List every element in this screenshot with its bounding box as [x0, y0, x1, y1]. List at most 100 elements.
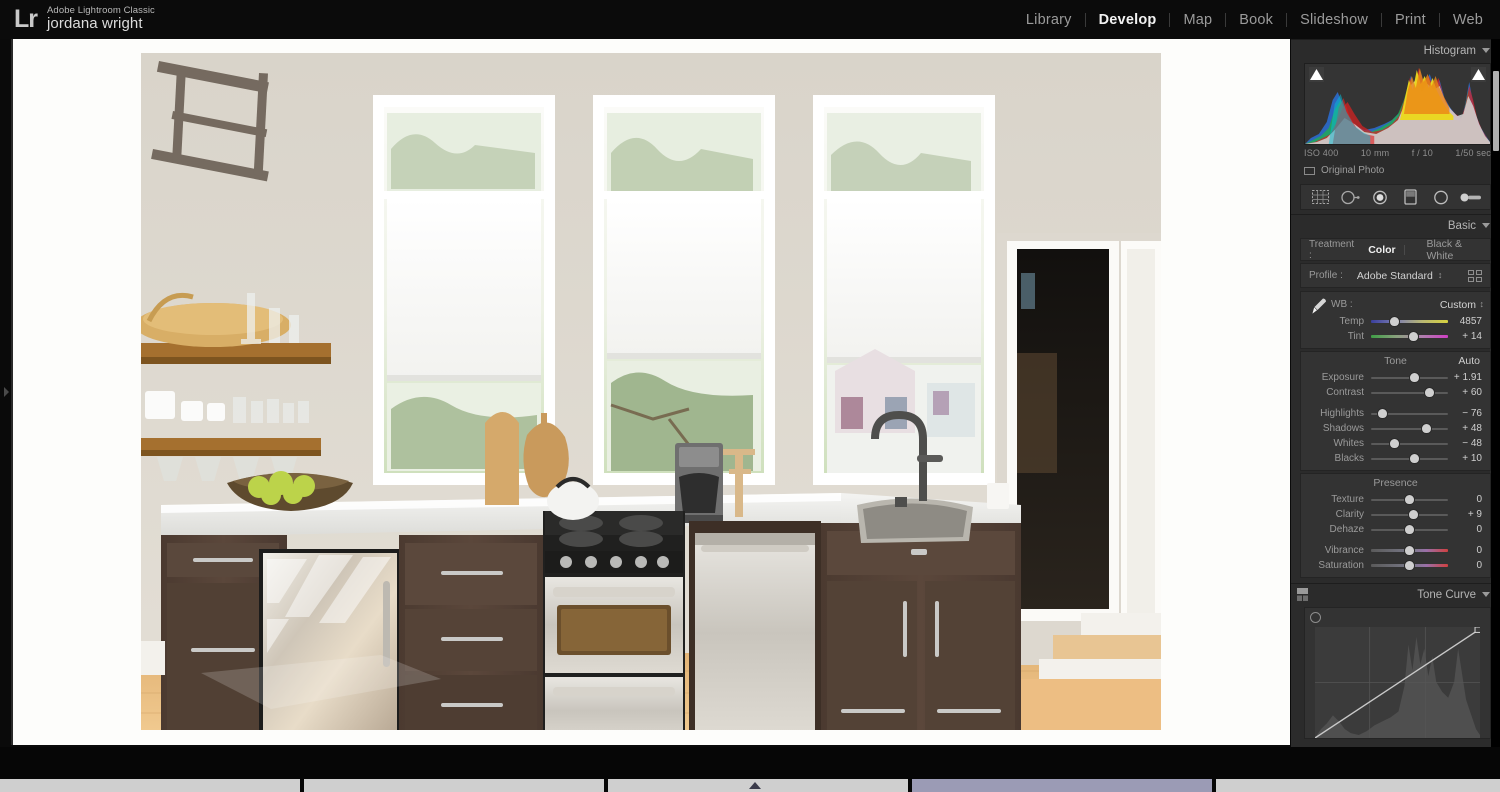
identity-plate[interactable]: Adobe Lightroom Classic jordana wright: [47, 5, 155, 33]
slider-value[interactable]: + 14: [1448, 331, 1482, 342]
slider-value[interactable]: 0: [1448, 560, 1482, 571]
wb-value[interactable]: Custom: [1440, 299, 1476, 311]
adjustment-brush-icon[interactable]: [1459, 187, 1483, 207]
slider-temp[interactable]: Temp 4857: [1301, 314, 1490, 329]
filmstrip[interactable]: [0, 747, 1500, 792]
crop-overlay-icon[interactable]: [1308, 187, 1332, 207]
spot-removal-icon[interactable]: [1338, 187, 1362, 207]
histogram-panel-header[interactable]: Histogram: [1291, 39, 1500, 61]
slider-knob[interactable]: [1410, 454, 1420, 463]
slider-value[interactable]: + 9: [1448, 509, 1482, 520]
slider-knob[interactable]: [1405, 495, 1414, 504]
tone-curve-panel-header[interactable]: Tone Curve: [1291, 583, 1500, 605]
basic-panel-header[interactable]: Basic: [1291, 214, 1500, 236]
tone-curve-mode-icon[interactable]: [1297, 588, 1308, 601]
slider-value[interactable]: + 1.91: [1448, 372, 1482, 383]
slider-value[interactable]: 0: [1448, 545, 1482, 556]
slider-value[interactable]: − 76: [1448, 408, 1482, 419]
filmstrip-resize-handle[interactable]: [748, 777, 762, 789]
slider-vibrance[interactable]: Vibrance 0: [1301, 543, 1490, 558]
slider-clarity[interactable]: Clarity + 9: [1301, 507, 1490, 522]
module-develop[interactable]: Develop: [1086, 12, 1170, 28]
slider-knob[interactable]: [1405, 561, 1414, 570]
slider-track[interactable]: [1371, 316, 1448, 327]
treatment-bw-option[interactable]: Black & White: [1426, 238, 1482, 262]
slider-track[interactable]: [1371, 438, 1448, 449]
module-book[interactable]: Book: [1226, 12, 1286, 28]
slider-track[interactable]: [1371, 560, 1448, 571]
red-eye-correction-icon[interactable]: [1368, 187, 1392, 207]
slider-knob[interactable]: [1425, 388, 1435, 397]
profile-browser-icon[interactable]: [1468, 269, 1482, 282]
slider-track[interactable]: [1371, 408, 1448, 419]
slider-shadows[interactable]: Shadows + 48: [1301, 421, 1490, 436]
chevron-down-icon[interactable]: [1482, 223, 1490, 228]
slider-label: Blacks: [1334, 453, 1364, 464]
white-balance-selector-icon[interactable]: [1310, 296, 1328, 316]
slider-value[interactable]: 0: [1448, 494, 1482, 505]
module-web[interactable]: Web: [1440, 12, 1496, 28]
image-viewer[interactable]: [13, 39, 1290, 745]
filmstrip-thumbnail[interactable]: [1216, 779, 1500, 792]
slider-knob[interactable]: [1408, 510, 1418, 519]
filmstrip-thumbnail[interactable]: [304, 779, 604, 792]
wb-stepper-icon[interactable]: ↕: [1480, 300, 1485, 309]
graduated-filter-icon[interactable]: [1399, 187, 1423, 207]
slider-whites[interactable]: Whites − 48: [1301, 436, 1490, 451]
slider-knob[interactable]: [1405, 525, 1414, 534]
module-library[interactable]: Library: [1013, 12, 1085, 28]
slider-knob[interactable]: [1408, 332, 1418, 341]
module-slideshow[interactable]: Slideshow: [1287, 12, 1381, 28]
radial-filter-icon[interactable]: [1429, 187, 1453, 207]
slider-track[interactable]: [1371, 494, 1448, 505]
tone-curve-plot[interactable]: [1315, 627, 1480, 738]
slider-track[interactable]: [1371, 545, 1448, 556]
slider-knob[interactable]: [1405, 546, 1414, 555]
slider-track[interactable]: [1371, 509, 1448, 520]
slider-exposure[interactable]: Exposure + 1.91: [1301, 370, 1490, 385]
slider-track[interactable]: [1371, 453, 1448, 464]
slider-tint[interactable]: Tint + 14: [1301, 329, 1490, 344]
slider-track[interactable]: [1371, 423, 1448, 434]
slider-value[interactable]: 4857: [1448, 316, 1482, 327]
filmstrip-thumbnail[interactable]: [0, 779, 300, 792]
histogram-graph[interactable]: [1304, 63, 1491, 145]
targeted-adjustment-tool-icon[interactable]: [1310, 612, 1321, 623]
slider-knob[interactable]: [1378, 409, 1388, 418]
slider-knob[interactable]: [1421, 424, 1431, 433]
profile-value[interactable]: Adobe Standard: [1357, 270, 1433, 282]
chevron-down-icon[interactable]: [1482, 48, 1490, 53]
filmstrip-thumbnail-selected[interactable]: [912, 779, 1212, 792]
slider-contrast[interactable]: Contrast + 60: [1301, 385, 1490, 400]
slider-knob[interactable]: [1389, 439, 1399, 448]
auto-tone-button[interactable]: Auto: [1458, 355, 1480, 367]
scrollbar-thumb[interactable]: [1492, 71, 1499, 151]
slider-knob[interactable]: [1410, 373, 1420, 382]
slider-track[interactable]: [1371, 331, 1448, 342]
slider-saturation[interactable]: Saturation 0: [1301, 558, 1490, 573]
profile-stepper-icon[interactable]: ↕: [1438, 271, 1443, 280]
slider-highlights[interactable]: Highlights − 76: [1301, 406, 1490, 421]
slider-knob[interactable]: [1389, 317, 1399, 326]
module-print[interactable]: Print: [1382, 12, 1439, 28]
slider-value[interactable]: 0: [1448, 524, 1482, 535]
shadow-clipping-indicator[interactable]: [1309, 67, 1324, 82]
slider-blacks[interactable]: Blacks + 10: [1301, 451, 1490, 466]
slider-value[interactable]: + 48: [1448, 423, 1482, 434]
right-panel-scrollbar[interactable]: [1491, 39, 1500, 784]
slider-track[interactable]: [1371, 387, 1448, 398]
photo-canvas[interactable]: [141, 53, 1161, 730]
module-map[interactable]: Map: [1170, 12, 1225, 28]
slider-track[interactable]: [1371, 524, 1448, 535]
chevron-down-icon[interactable]: [1482, 592, 1490, 597]
slider-value[interactable]: + 60: [1448, 387, 1482, 398]
slider-track[interactable]: [1371, 372, 1448, 383]
highlight-clipping-indicator[interactable]: [1471, 67, 1486, 82]
slider-texture[interactable]: Texture 0: [1301, 492, 1490, 507]
original-photo-row[interactable]: Original Photo: [1304, 165, 1500, 176]
slider-value[interactable]: − 48: [1448, 438, 1482, 449]
tone-curve-panel[interactable]: [1304, 607, 1491, 739]
slider-dehaze[interactable]: Dehaze 0: [1301, 522, 1490, 537]
treatment-color-option[interactable]: Color: [1368, 244, 1395, 256]
slider-value[interactable]: + 10: [1448, 453, 1482, 464]
